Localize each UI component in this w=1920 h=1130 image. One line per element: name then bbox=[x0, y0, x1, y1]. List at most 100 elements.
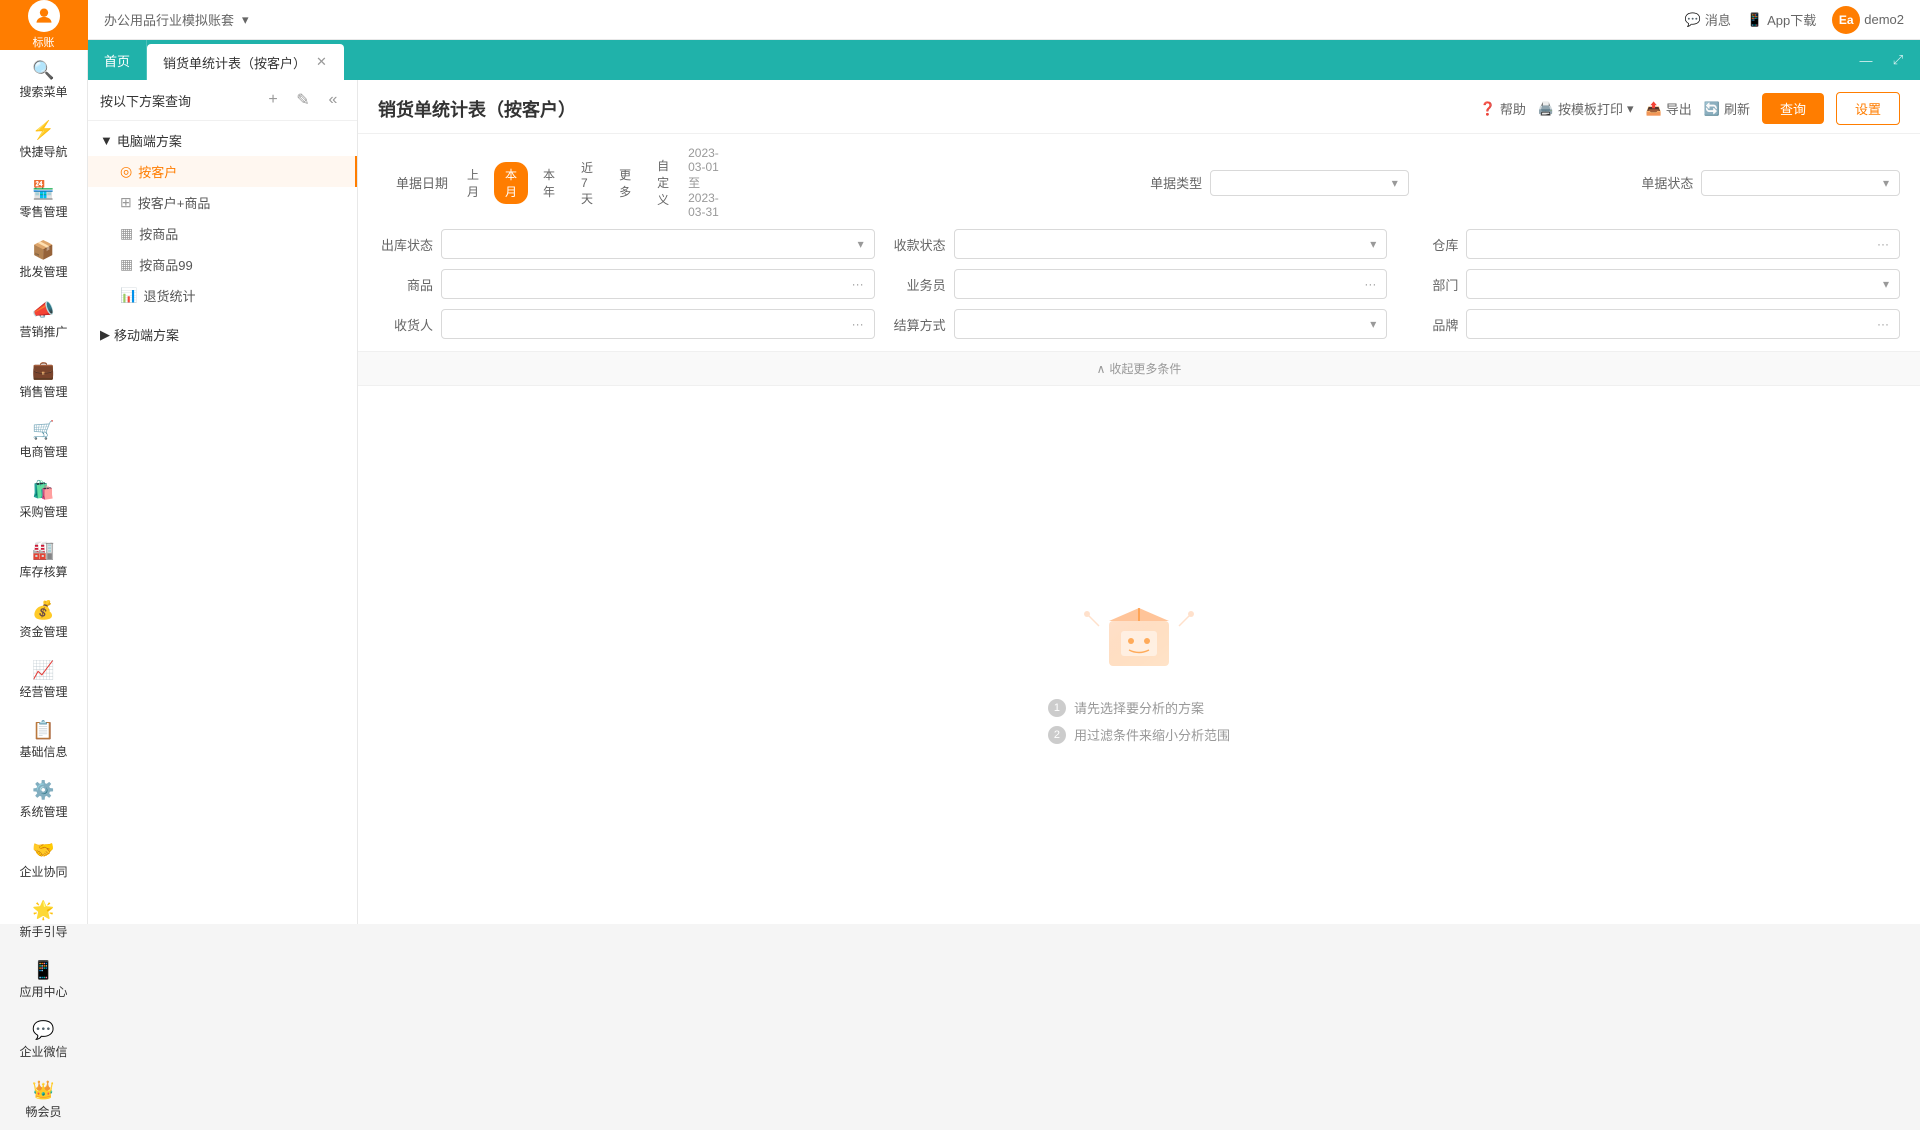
date-tab-more[interactable]: 更多 bbox=[608, 162, 642, 204]
date-tab-this-year[interactable]: 本年 bbox=[532, 162, 566, 204]
filter-row-date: 单据日期 上月 本月 本年 近7天 更多 自定义 2023-03-01 至 20… bbox=[378, 146, 1900, 219]
salesperson-select[interactable]: ··· bbox=[954, 269, 1388, 299]
help-btn[interactable]: ❓ 帮助 bbox=[1480, 99, 1526, 118]
empty-tip-1: 1 请先选择要分析的方案 bbox=[1048, 698, 1230, 717]
left-panel-header: 按以下方案查询 + ✎ « bbox=[88, 80, 357, 121]
refresh-icon: 🔄 bbox=[1704, 101, 1720, 117]
goods-label: 商品 bbox=[378, 275, 433, 294]
returns-label: 退货统计 bbox=[143, 286, 195, 305]
returns-icon: 📊 bbox=[120, 287, 137, 304]
sidebar-item-marketing[interactable]: 📣 营销推广 bbox=[0, 290, 88, 350]
collapse-icon: « bbox=[329, 91, 338, 109]
add-icon: + bbox=[268, 91, 277, 109]
tip-text-1: 请先选择要分析的方案 bbox=[1074, 698, 1204, 717]
tip-num-1: 1 bbox=[1048, 699, 1066, 717]
sidebar-item-quicknav[interactable]: ⚡ 快捷导航 bbox=[0, 110, 88, 170]
sidebar-item-enterprise-label: 企业协同 bbox=[19, 863, 67, 880]
operations-icon: 📈 bbox=[32, 660, 54, 681]
sidebar-item-enterprise[interactable]: 🤝 企业协同 bbox=[0, 830, 88, 890]
filter-cell-brand: 品牌 ··· bbox=[1403, 309, 1900, 339]
dropdown-icon[interactable]: ▾ bbox=[242, 12, 249, 28]
brand-select[interactable]: ··· bbox=[1466, 309, 1900, 339]
sidebar-item-appstore-label: 应用中心 bbox=[19, 983, 67, 1000]
refresh-btn[interactable]: 🔄 刷新 bbox=[1704, 99, 1750, 118]
tip-text-2: 用过滤条件来缩小分析范围 bbox=[1074, 725, 1230, 744]
tab-close-btn[interactable]: ✕ bbox=[316, 54, 327, 70]
sidebar-item-wholesale[interactable]: 📦 批发管理 bbox=[0, 230, 88, 290]
sidebar-item-member[interactable]: 👑 畅会员 bbox=[0, 1070, 88, 1130]
add-scheme-btn[interactable]: + bbox=[261, 88, 285, 112]
goods-select[interactable]: ··· bbox=[441, 269, 875, 299]
empty-illustration bbox=[1079, 566, 1199, 686]
out-status-select[interactable]: ▾ bbox=[441, 229, 875, 259]
sidebar-item-base-label: 基础信息 bbox=[19, 743, 67, 760]
sidebar-item-inventory[interactable]: 🏭 库存核算 bbox=[0, 530, 88, 590]
sidebar-item-operations[interactable]: 📈 经营管理 bbox=[0, 650, 88, 710]
topbar-right: 💬 消息 📱 App下载 Ea demo2 bbox=[1685, 6, 1904, 34]
sidebar-item-wechat-label: 企业微信 bbox=[19, 1043, 67, 1060]
edit-scheme-btn[interactable]: ✎ bbox=[291, 88, 315, 112]
date-tab-last-month[interactable]: 上月 bbox=[456, 162, 490, 204]
right-main: 销货单统计表（按客户） ❓ 帮助 🖨️ 按模板打印 ▾ 📤 导出 bbox=[358, 80, 1920, 924]
tree-item-returns[interactable]: 📊 退货统计 bbox=[88, 280, 357, 311]
template-print-btn[interactable]: 🖨️ 按模板打印 ▾ bbox=[1538, 99, 1634, 118]
message-btn[interactable]: 💬 消息 bbox=[1685, 10, 1731, 29]
date-tab-this-month[interactable]: 本月 bbox=[494, 162, 528, 204]
order-type-select[interactable]: ▾ bbox=[1210, 170, 1409, 196]
collapse-panel-btn[interactable]: « bbox=[321, 88, 345, 112]
out-status-label: 出库状态 bbox=[378, 235, 433, 254]
dept-select[interactable]: ▾ bbox=[1466, 269, 1900, 299]
page-title: 销货单统计表（按客户） bbox=[378, 96, 576, 122]
sidebar-item-newbie[interactable]: 🌟 新手引导 bbox=[0, 890, 88, 950]
sidebar-item-wechat[interactable]: 💬 企业微信 bbox=[0, 1010, 88, 1070]
empty-tip-2: 2 用过滤条件来缩小分析范围 bbox=[1048, 725, 1230, 744]
sidebar-item-finance[interactable]: 💰 资金管理 bbox=[0, 590, 88, 650]
avatar: Ea bbox=[1832, 6, 1860, 34]
warehouse-select[interactable]: ··· bbox=[1466, 229, 1900, 259]
date-tab-7days[interactable]: 近7天 bbox=[570, 155, 604, 211]
date-tab-custom[interactable]: 自定义 bbox=[646, 153, 680, 212]
tab-minimize-btn[interactable]: — bbox=[1852, 46, 1880, 74]
tree-group-mobile[interactable]: ▶ 移动端方案 bbox=[88, 319, 357, 350]
tree-group-desktop[interactable]: ▼ 电脑端方案 bbox=[88, 125, 357, 156]
brand-dots: ··· bbox=[1877, 317, 1889, 331]
sidebar-item-newbie-label: 新手引导 bbox=[19, 923, 67, 940]
tab-sales-stats[interactable]: 销货单统计表（按客户） ✕ bbox=[147, 44, 344, 80]
sidebar-item-purchase[interactable]: 🛍️ 采购管理 bbox=[0, 470, 88, 530]
app-download-btn[interactable]: 📱 App下载 bbox=[1747, 10, 1816, 29]
collapse-bar[interactable]: ∧ 收起更多条件 bbox=[358, 352, 1920, 386]
expand-icon: ▼ bbox=[100, 133, 113, 148]
recipient-select[interactable]: ··· bbox=[441, 309, 875, 339]
user-menu[interactable]: Ea demo2 bbox=[1832, 6, 1904, 34]
settlement-label: 结算方式 bbox=[891, 315, 946, 334]
tree-item-by-customer-goods[interactable]: ⊞ 按客户+商品 bbox=[88, 187, 357, 218]
help-label: 帮助 bbox=[1500, 99, 1526, 118]
sidebar-item-sales[interactable]: 💼 销售管理 bbox=[0, 350, 88, 410]
app-download-label: App下载 bbox=[1767, 10, 1816, 29]
sidebar-item-search[interactable]: 🔍 搜索菜单 bbox=[0, 50, 88, 110]
by-customer-goods-icon: ⊞ bbox=[120, 194, 132, 211]
order-status-select[interactable]: ▾ bbox=[1701, 170, 1900, 196]
tree-item-by-goods[interactable]: ▦ 按商品 bbox=[88, 218, 357, 249]
tree-item-by-customer[interactable]: ◎ 按客户 bbox=[88, 156, 357, 187]
retail-icon: 🏪 bbox=[32, 180, 54, 201]
receipt-status-select[interactable]: ▾ bbox=[954, 229, 1388, 259]
tree-section-desktop: ▼ 电脑端方案 ◎ 按客户 ⊞ 按客户+商品 ▦ 按商品 ▦ 按商品99 bbox=[88, 121, 357, 315]
tab-expand-btn[interactable]: ⤢ bbox=[1884, 46, 1912, 74]
settings-button[interactable]: 设置 bbox=[1836, 92, 1900, 125]
query-button[interactable]: 查询 bbox=[1762, 93, 1824, 124]
sidebar-item-system[interactable]: ⚙️ 系统管理 bbox=[0, 770, 88, 830]
mobile-expand-icon: ▶ bbox=[100, 327, 110, 343]
sidebar-item-appstore[interactable]: 📱 应用中心 bbox=[0, 950, 88, 1010]
sidebar-item-retail[interactable]: 🏪 零售管理 bbox=[0, 170, 88, 230]
print-icon: 🖨️ bbox=[1538, 101, 1554, 117]
quicknav-icon: ⚡ bbox=[32, 120, 54, 141]
settlement-select[interactable]: ▾ bbox=[954, 309, 1388, 339]
tab-home[interactable]: 首页 bbox=[88, 40, 147, 80]
sidebar-item-base[interactable]: 📋 基础信息 bbox=[0, 710, 88, 770]
sidebar-item-marketing-label: 营销推广 bbox=[19, 323, 67, 340]
export-btn[interactable]: 📤 导出 bbox=[1646, 99, 1692, 118]
tree-item-by-goods99[interactable]: ▦ 按商品99 bbox=[88, 249, 357, 280]
sidebar-item-ecommerce[interactable]: 🛒 电商管理 bbox=[0, 410, 88, 470]
wechat-icon: 💬 bbox=[32, 1020, 54, 1041]
